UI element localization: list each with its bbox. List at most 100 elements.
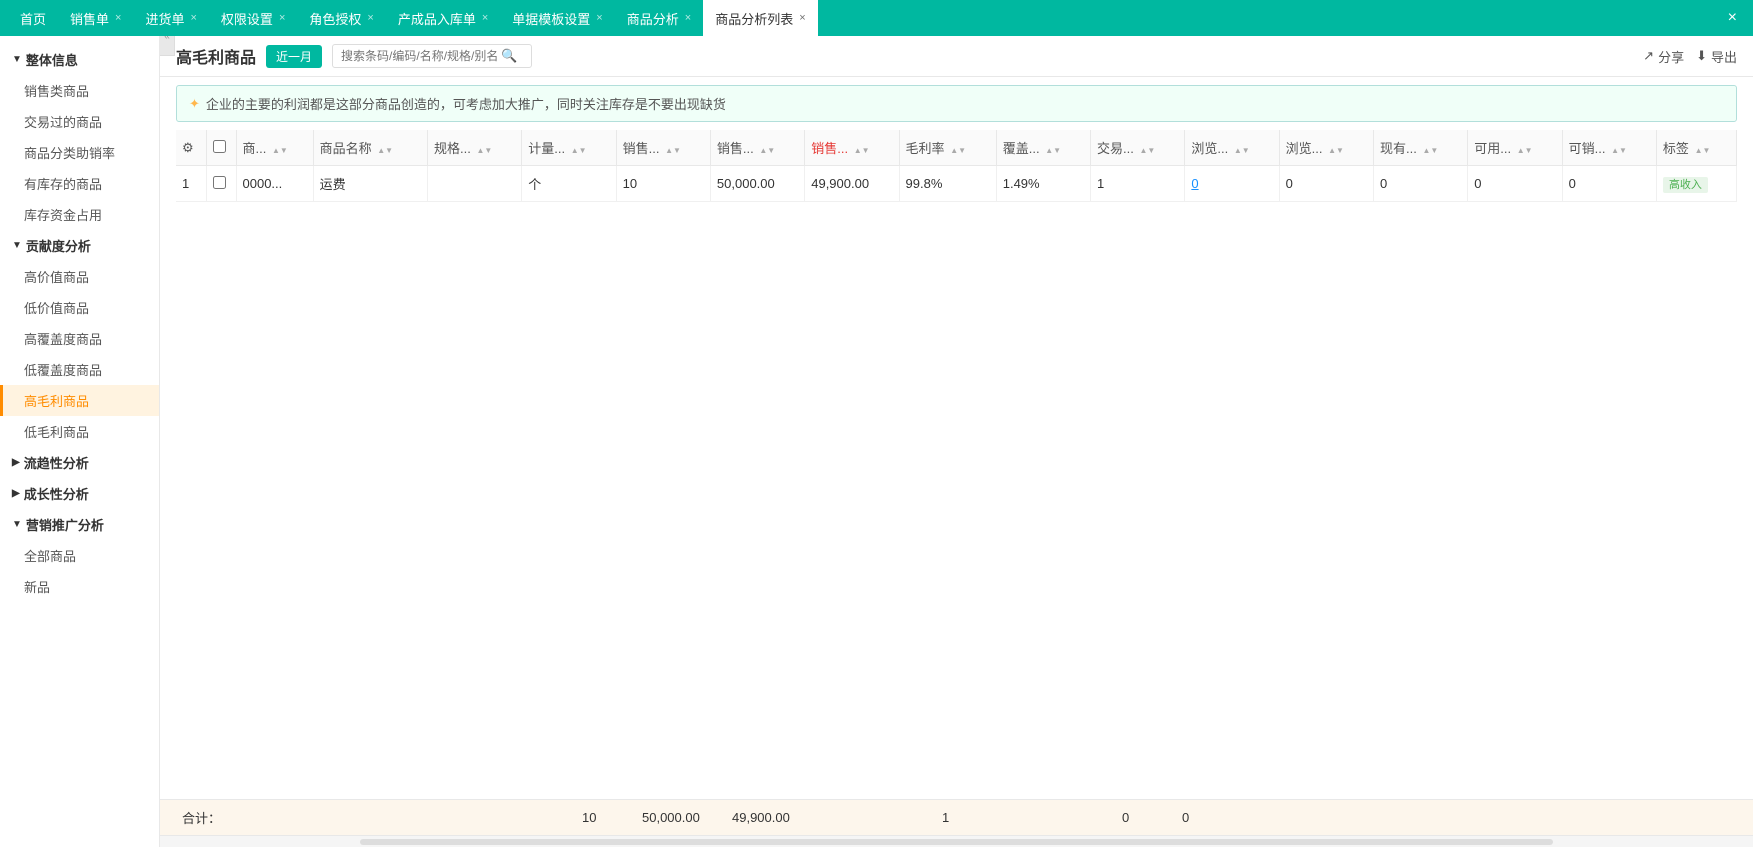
sidebar-group-trend[interactable]: ▶ 流趋性分析 [0,447,159,478]
col-settings[interactable]: ⚙ [176,130,206,166]
footer-transaction: 1 [936,810,996,825]
sort-name[interactable]: ▲▼ [377,147,393,155]
sort-available[interactable]: ▲▼ [1517,147,1533,155]
col-unit[interactable]: 计量... ▲▼ [522,130,616,166]
share-icon: ↗ [1643,48,1654,64]
sidebar-item-category-sales-rate[interactable]: 商品分类助销率 [0,137,159,168]
nav-product-analysis[interactable]: 商品分析 × [615,0,703,36]
col-sellable[interactable]: 可销... ▲▼ [1562,130,1656,166]
collapse-sidebar-btn[interactable]: « [160,36,175,56]
content-panel: « 高毛利商品 近一月 🔍 ↗ 分享 ⬇ 导出 ✦ [160,36,1753,847]
sort-browse1[interactable]: ▲▼ [1234,147,1250,155]
col-browse1[interactable]: 浏览... ▲▼ [1185,130,1279,166]
sidebar-group-overall[interactable]: ▼ 整体信息 [0,44,159,75]
sort-tag[interactable]: ▲▼ [1695,147,1711,155]
sidebar-group-growth[interactable]: ▶ 成长性分析 [0,478,159,509]
sidebar-item-all-goods[interactable]: 全部商品 [0,540,159,571]
close-all-tabs[interactable]: × [1720,9,1745,27]
export-button[interactable]: ⬇ 导出 [1696,47,1737,66]
cell-sellable: 0 [1562,166,1656,202]
cell-coverage: 1.49% [996,166,1090,202]
cell-gross-margin: 99.8% [899,166,996,202]
close-product-inbound[interactable]: × [482,12,488,24]
nav-home[interactable]: 首页 [8,0,58,36]
close-role-auth[interactable]: × [367,12,373,24]
cell-transaction: 1 [1091,166,1185,202]
group-arrow-overall: ▼ [12,54,22,65]
sidebar-item-stock-capital[interactable]: 库存资金占用 [0,199,159,230]
sidebar-group-marketing[interactable]: ▼ 营销推广分析 [0,509,159,540]
horizontal-scrollbar[interactable] [160,835,1753,847]
nav-role-auth[interactable]: 角色授权 × [297,0,385,36]
cell-cb[interactable] [206,166,236,202]
col-gross-margin[interactable]: 毛利率 ▲▼ [899,130,996,166]
sort-unit[interactable]: ▲▼ [571,147,587,155]
nav-product-inbound[interactable]: 产成品入库单 × [386,0,500,36]
sort-current-stock[interactable]: ▲▼ [1422,147,1438,155]
col-sales-profit[interactable]: 销售... ▲▼ [805,130,899,166]
sort-sellable[interactable]: ▲▼ [1611,147,1627,155]
nav-permission-settings[interactable]: 权限设置 × [209,0,297,36]
col-sales-amount[interactable]: 销售... ▲▼ [710,130,804,166]
sort-sales-qty[interactable]: ▲▼ [665,147,681,155]
close-bill-template[interactable]: × [596,12,602,24]
cell-current-stock: 0 [1373,166,1467,202]
col-code[interactable]: 商... ▲▼ [236,130,313,166]
close-sales-order[interactable]: × [115,12,121,24]
sidebar-item-sales-goods[interactable]: 销售类商品 [0,75,159,106]
col-sales-qty[interactable]: 销售... ▲▼ [616,130,710,166]
table-body: 10000...运费个1050,000.0049,900.0099.8%1.49… [176,166,1737,202]
col-name[interactable]: 商品名称 ▲▼ [313,130,427,166]
sidebar-item-high-margin[interactable]: 高毛利商品 [0,385,159,416]
sidebar-item-low-coverage[interactable]: 低覆盖度商品 [0,354,159,385]
sort-code[interactable]: ▲▼ [272,147,288,155]
table-area: ⚙ 商... ▲▼ 商品名称 ▲▼ [160,130,1753,799]
sidebar-item-high-value[interactable]: 高价值商品 [0,261,159,292]
sidebar-item-high-coverage[interactable]: 高覆盖度商品 [0,323,159,354]
col-spec[interactable]: 规格... ▲▼ [427,130,521,166]
close-purchase-order[interactable]: × [190,12,196,24]
select-all-checkbox[interactable] [213,140,226,153]
scrollbar-track[interactable] [360,839,1553,845]
cell-browse2: 0 [1279,166,1373,202]
close-product-analysis[interactable]: × [685,12,691,24]
search-icon[interactable]: 🔍 [501,48,517,64]
sidebar-item-low-margin[interactable]: 低毛利商品 [0,416,159,447]
nav-product-analysis-list[interactable]: 商品分析列表 × [703,0,817,36]
sidebar-item-new-goods[interactable]: 新品 [0,571,159,602]
nav-bill-template[interactable]: 单据模板设置 × [500,0,614,36]
col-current-stock[interactable]: 现有... ▲▼ [1373,130,1467,166]
sidebar-item-low-value[interactable]: 低价值商品 [0,292,159,323]
group-arrow-trend: ▶ [12,457,20,468]
sort-spec[interactable]: ▲▼ [476,147,492,155]
info-icon: ✦ [189,96,200,112]
time-filter-button[interactable]: 近一月 [266,45,322,68]
sort-transaction[interactable]: ▲▼ [1140,147,1156,155]
nav-purchase-order[interactable]: 进货单 × [133,0,208,36]
sort-sales-amount[interactable]: ▲▼ [759,147,775,155]
settings-icon[interactable]: ⚙ [182,140,194,155]
col-coverage[interactable]: 覆盖... ▲▼ [996,130,1090,166]
group-arrow-growth: ▶ [12,488,20,499]
col-browse2[interactable]: 浏览... ▲▼ [1279,130,1373,166]
sidebar-item-traded-goods[interactable]: 交易过的商品 [0,106,159,137]
cell-spec [427,166,521,202]
footer-current-stock: 0 [1116,810,1176,825]
sidebar-item-in-stock-goods[interactable]: 有库存的商品 [0,168,159,199]
sidebar-group-contribution[interactable]: ▼ 贡献度分析 [0,230,159,261]
footer-label: 合计： [176,808,236,827]
sort-browse2[interactable]: ▲▼ [1328,147,1344,155]
cell-index: 1 [176,166,206,202]
share-button[interactable]: ↗ 分享 [1643,47,1684,66]
cell-browse1[interactable]: 0 [1185,166,1279,202]
nav-sales-order[interactable]: 销售单 × [58,0,133,36]
col-tag[interactable]: 标签 ▲▼ [1656,130,1736,166]
close-product-analysis-list[interactable]: × [799,12,805,24]
col-available[interactable]: 可用... ▲▼ [1468,130,1562,166]
sort-sales-profit[interactable]: ▲▼ [854,147,870,155]
close-permission-settings[interactable]: × [279,12,285,24]
sort-coverage[interactable]: ▲▼ [1045,147,1061,155]
search-input[interactable] [341,49,501,63]
sort-gross-margin[interactable]: ▲▼ [950,147,966,155]
col-transaction[interactable]: 交易... ▲▼ [1091,130,1185,166]
